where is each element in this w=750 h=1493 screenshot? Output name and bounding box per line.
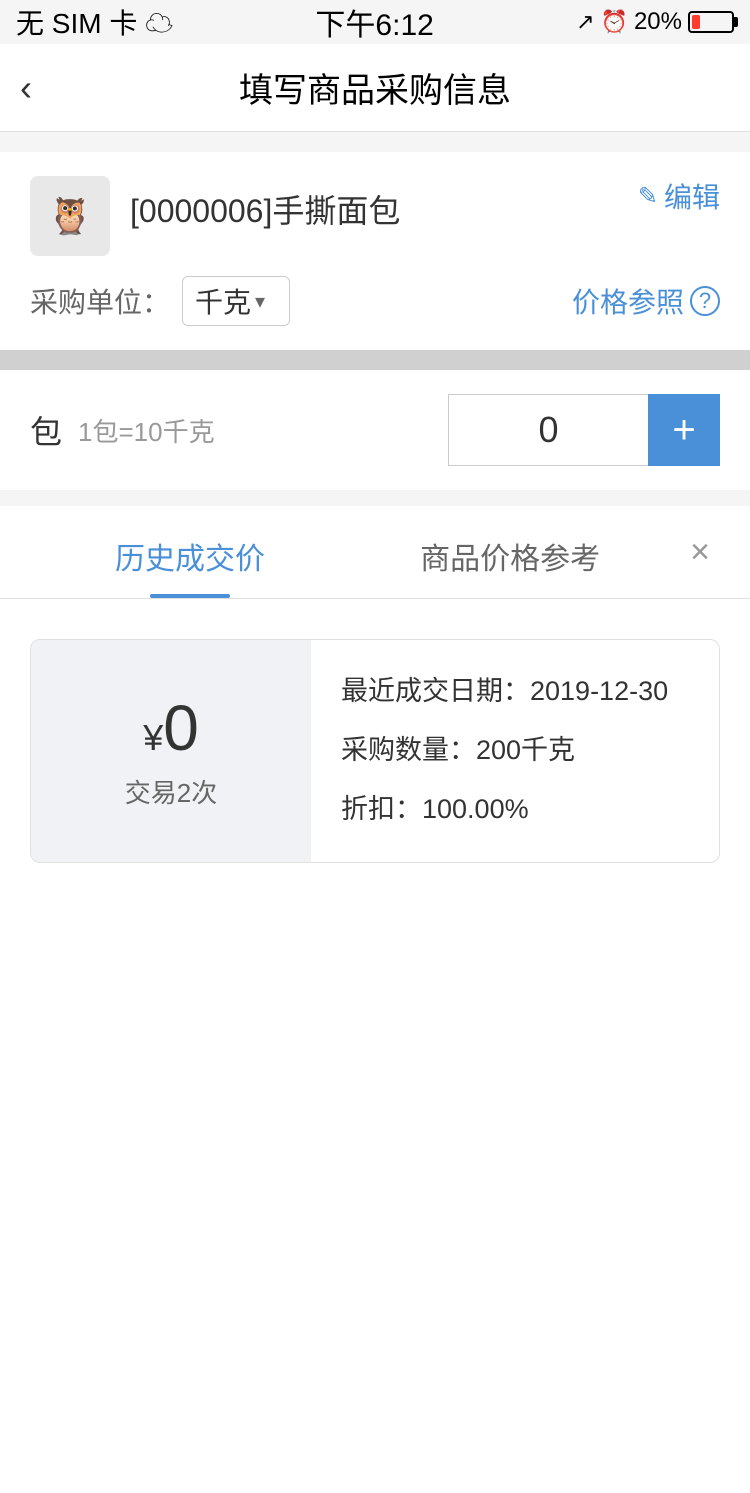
help-icon: ? — [690, 286, 720, 316]
quantity-input[interactable] — [448, 394, 648, 466]
edit-icon: ✎ — [638, 182, 658, 211]
quantity-unit-badge: 包 — [30, 407, 62, 453]
product-thumbnail: 🦉 — [30, 176, 110, 256]
currency-symbol: ¥ — [143, 717, 163, 758]
rest-area — [0, 893, 750, 1493]
nav-bar: ‹ 填写商品采购信息 — [0, 44, 750, 132]
unit-select-dropdown[interactable]: 千克 ▾ — [182, 276, 290, 326]
quantity-row: 包 1包=10千克 + — [0, 370, 750, 490]
unit-conversion-note: 1包=10千克 — [78, 412, 215, 449]
edit-button[interactable]: ✎ 编辑 — [638, 176, 720, 216]
battery-icon — [688, 11, 734, 33]
product-card: 🦉 [0000006]手撕面包 ✎ 编辑 采购单位： 千克 ▾ 价格参照 ? — [0, 152, 750, 350]
quantity-plus-button[interactable]: + — [648, 394, 720, 466]
unit-row: 采购单位： 千克 ▾ — [30, 276, 290, 326]
tabs-container: 历史成交价 商品价格参考 × — [0, 506, 750, 599]
tab-product-price-ref[interactable]: 商品价格参考 — [350, 506, 670, 598]
gray-divider — [0, 350, 750, 370]
unit-label: 采购单位： — [30, 281, 170, 321]
discount-line: 折扣：100.00% — [341, 788, 689, 831]
sim-status: 无 SIM 卡 ☁ — [16, 2, 173, 42]
tab-history-price[interactable]: 历史成交价 — [30, 506, 350, 598]
location-icon: ↗ — [576, 9, 594, 35]
product-logo-icon: 🦉 — [48, 195, 93, 237]
back-button[interactable]: ‹ — [20, 67, 80, 109]
dropdown-arrow-icon: ▾ — [255, 289, 265, 314]
price-reference-button[interactable]: 价格参照 ? — [572, 281, 720, 321]
status-time: 下午6:12 — [315, 0, 433, 44]
recent-date-line: 最近成交日期：2019-12-30 — [341, 670, 689, 713]
status-left: 无 SIM 卡 ☁ — [16, 2, 173, 42]
price-card: ¥0 交易2次 最近成交日期：2019-12-30 采购数量：200千克 折扣：… — [30, 639, 720, 863]
product-name: [0000006]手撕面包 — [130, 176, 400, 232]
quantity-control: + — [448, 394, 720, 466]
alarm-icon: ⏰ — [601, 9, 628, 35]
page-title: 填写商品采购信息 — [239, 63, 511, 112]
price-display: ¥0 — [143, 691, 199, 765]
price-left-panel: ¥0 交易2次 — [31, 640, 311, 862]
status-right: ↗ ⏰ 20% — [576, 8, 734, 36]
quantity-line: 采购数量：200千克 — [341, 729, 689, 772]
battery-percent: 20% — [634, 8, 682, 36]
status-bar: 无 SIM 卡 ☁ 下午6:12 ↗ ⏰ 20% — [0, 0, 750, 44]
content-area: ¥0 交易2次 最近成交日期：2019-12-30 采购数量：200千克 折扣：… — [0, 599, 750, 893]
price-right-panel: 最近成交日期：2019-12-30 采购数量：200千克 折扣：100.00% — [311, 640, 719, 862]
trade-count: 交易2次 — [125, 773, 217, 810]
tab-close-button[interactable]: × — [680, 523, 720, 582]
